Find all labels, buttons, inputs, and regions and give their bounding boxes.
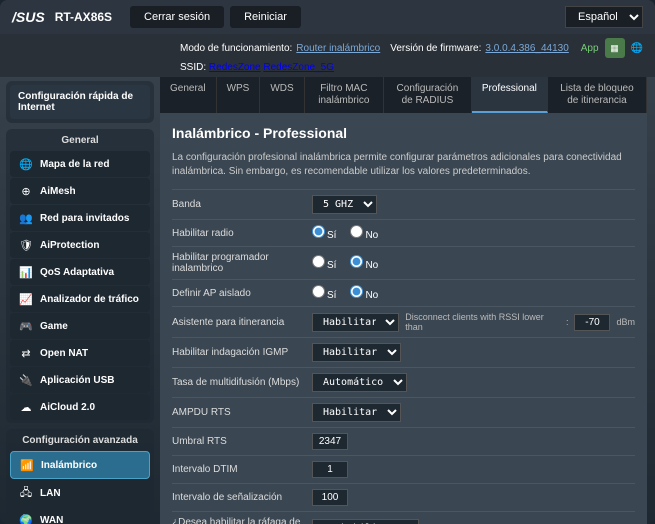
burst-select[interactable]: Deshabilitar [312,519,419,524]
reboot-button[interactable]: Reiniciar [230,6,301,28]
wifi-icon: 📶 [19,457,35,473]
band-select[interactable]: 5 GHZ [312,195,377,214]
band-label: Banda [172,199,312,210]
guest-icon: 👥 [18,210,34,226]
sidebar-item-usb[interactable]: 🔌Aplicación USB [10,367,150,393]
sidebar-item-traffic[interactable]: 📈Analizador de tráfico [10,286,150,312]
ampdurts-select[interactable]: Habilitar [312,403,401,422]
mesh-icon: ⊕ [18,183,34,199]
sched-label: Habilitar programador inalambrico [172,252,312,274]
ampdurts-label: AMPDU RTS [172,407,312,418]
burst-label: ¿Desea habilitar la ráfaga de transmisió… [172,517,312,524]
tab-wds[interactable]: WDS [260,77,304,113]
mode-label: Modo de funcionamiento: [180,43,292,54]
tab-bar: General WPS WDS Filtro MAC inalámbrico C… [160,77,647,113]
mcast-select[interactable]: Automático [312,373,407,392]
apiso-no[interactable]: No [350,285,378,301]
igmp-select[interactable]: Habilitar [312,343,401,362]
apiso-yes[interactable]: Sí [312,285,336,301]
roam-hint: Disconnect clients with RSSI lower than [405,312,560,332]
apiso-label: Definir AP aislado [172,288,312,299]
sidebar-item-aiprotection[interactable]: 🛡AiProtection [10,232,150,258]
app-icon[interactable]: ▦ [605,38,625,58]
page-description: La configuración profesional inalámbrica… [172,151,635,179]
game-icon: 🎮 [18,318,34,334]
info-bar: Modo de funcionamiento: Router inalámbri… [0,34,655,62]
dtim-input[interactable] [312,461,348,478]
sidebar-item-guest[interactable]: 👥Red para invitados [10,205,150,231]
chart-icon: 📈 [18,291,34,307]
ssid1-link[interactable]: RedesZone [209,62,261,73]
sched-no[interactable]: No [350,255,378,271]
tab-professional[interactable]: Professional [472,77,548,113]
sidebar-quick-setup[interactable]: Configuración rápida de Internet [10,85,150,119]
page-title: Inalámbrico - Professional [172,125,635,141]
gauge-icon: 📊 [18,264,34,280]
radio-no[interactable]: No [350,225,378,241]
sidebar-item-network-map[interactable]: 🌐Mapa de la red [10,151,150,177]
shield-icon: 🛡 [18,237,34,253]
tab-roaming-block[interactable]: Lista de bloqueo de itinerancia [548,77,647,113]
sidebar-general-header: General [6,131,154,150]
rssi-unit: dBm [616,317,635,327]
dtim-label: Intervalo DTIM [172,464,312,475]
igmp-label: Habilitar indagación IGMP [172,347,312,358]
tab-wps[interactable]: WPS [217,77,261,113]
cloud-icon: ☁ [18,399,34,415]
sidebar-item-qos[interactable]: 📊QoS Adaptativa [10,259,150,285]
nat-icon: ⇄ [18,345,34,361]
sidebar-item-wan[interactable]: 🌍WAN [10,507,150,524]
rts-label: Umbral RTS [172,436,312,447]
globe-icon[interactable]: 🌐 [631,43,643,54]
beacon-input[interactable] [312,489,348,506]
ssid-bar: SSID: RedesZone RedesZone_5G [0,62,655,77]
tab-mac-filter[interactable]: Filtro MAC inalámbrico [305,77,384,113]
globe-icon: 🌐 [18,156,34,172]
model-name: RT-AX86S [55,10,112,24]
tab-general[interactable]: General [160,77,217,113]
app-label: App [581,43,599,54]
fw-link[interactable]: 3.0.0.4.386_44130 [485,43,568,54]
sidebar-item-game[interactable]: 🎮Game [10,313,150,339]
logout-button[interactable]: Cerrar sesión [130,6,224,28]
roam-select[interactable]: Habilitar [312,313,399,332]
mode-link[interactable]: Router inalámbrico [296,43,380,54]
rssi-input[interactable] [574,314,610,331]
beacon-label: Intervalo de señalización [172,492,312,503]
sidebar-item-wireless[interactable]: 📶Inalámbrico [10,451,150,479]
tab-radius[interactable]: Configuración de RADIUS [384,77,472,113]
sidebar-item-opennat[interactable]: ⇄Open NAT [10,340,150,366]
fw-label: Versión de firmware: [390,43,481,54]
brand-logo: /SUS [12,9,45,25]
sidebar-item-lan[interactable]: 🖧LAN [10,480,150,506]
main-content: General WPS WDS Filtro MAC inalámbrico C… [160,77,655,524]
roam-label: Asistente para itinerancia [172,317,312,328]
radio-yes[interactable]: Sí [312,225,336,241]
wan-icon: 🌍 [18,512,34,524]
language-select[interactable]: Español [565,6,643,28]
lan-icon: 🖧 [18,485,34,501]
sidebar: Configuración rápida de Internet General… [0,77,160,524]
radio-label: Habilitar radio [172,228,312,239]
ssid-label: SSID: [180,62,206,73]
sidebar-item-aicloud[interactable]: ☁AiCloud 2.0 [10,394,150,420]
mcast-label: Tasa de multidifusión (Mbps) [172,377,312,388]
topbar: /SUS RT-AX86S Cerrar sesión Reiniciar Es… [0,0,655,34]
ssid2-link[interactable]: RedesZone_5G [263,62,334,73]
sidebar-item-aimesh[interactable]: ⊕AiMesh [10,178,150,204]
usb-icon: 🔌 [18,372,34,388]
sched-yes[interactable]: Sí [312,255,336,271]
sidebar-advanced-header: Configuración avanzada [6,431,154,450]
rts-input[interactable] [312,433,348,450]
